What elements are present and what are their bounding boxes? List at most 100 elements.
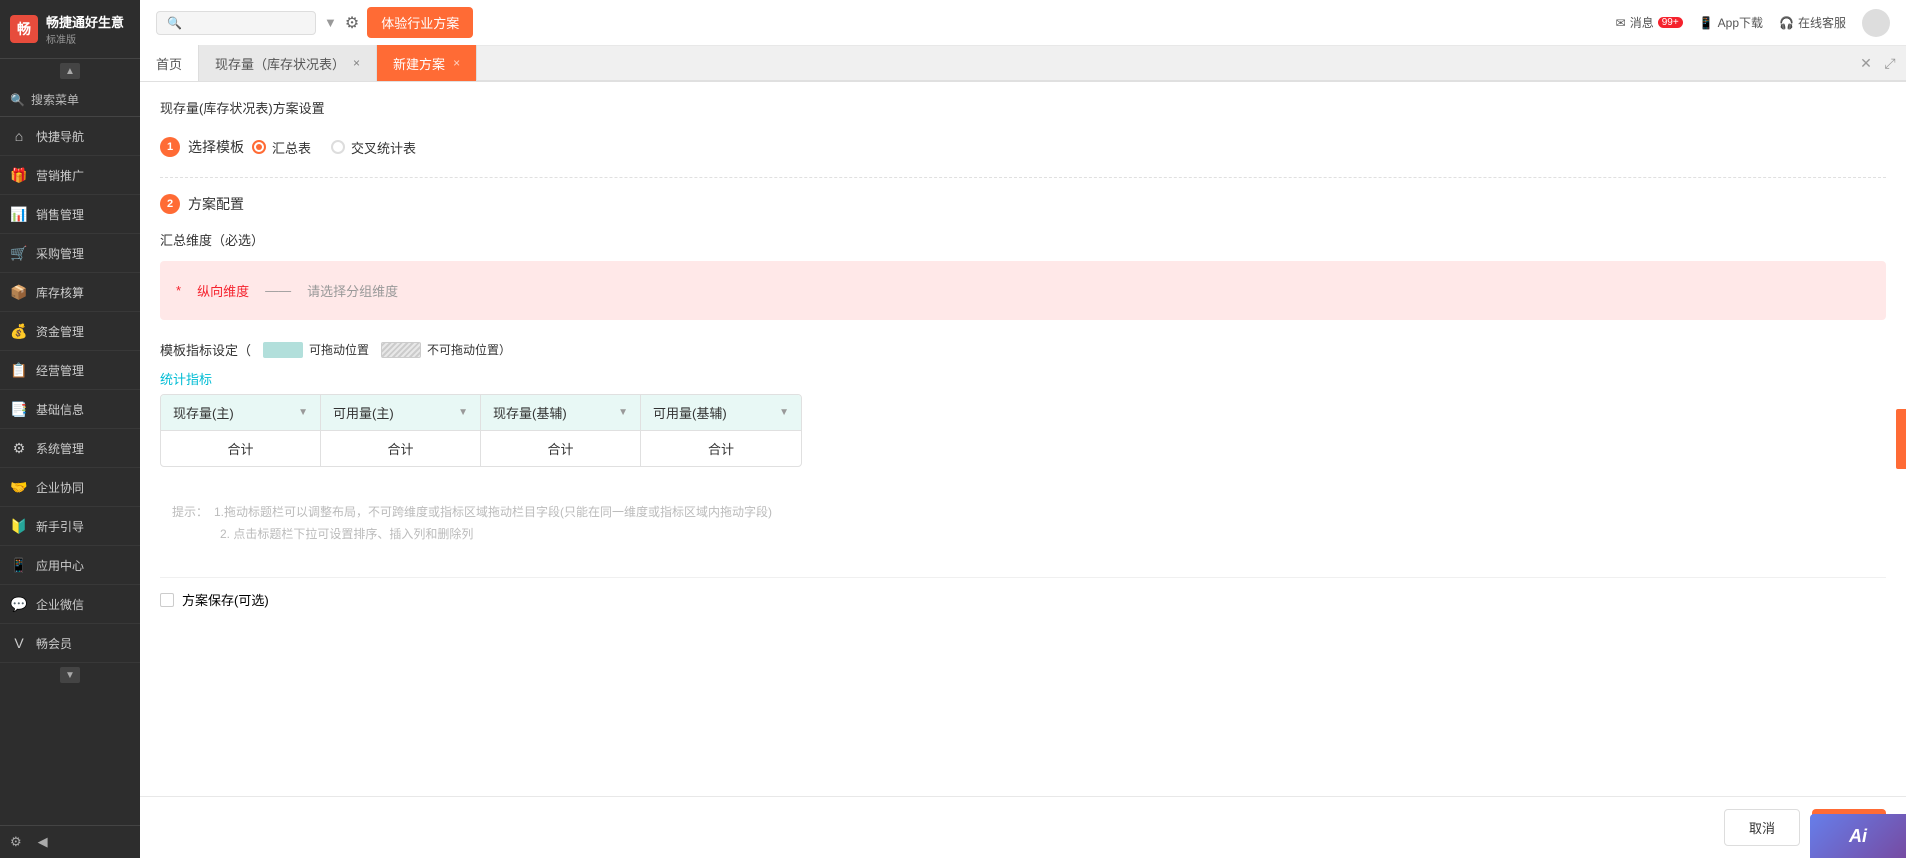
messages-btn[interactable]: ✉ 消息 99+: [1616, 14, 1683, 31]
tab-inventory-status[interactable]: 现存量（库存状况表） ×: [199, 45, 377, 81]
home-label: 首页: [156, 54, 182, 73]
top-search-box[interactable]: 🔍: [156, 11, 316, 35]
sidebar-label-apps: 应用中心: [36, 557, 84, 574]
stats-cell-可用量(主): 合计: [321, 431, 481, 466]
user-avatar[interactable]: [1862, 9, 1890, 37]
required-star: *: [176, 283, 181, 298]
step2-title: 方案配置: [188, 194, 244, 214]
gear-icon-top[interactable]: ⚙: [345, 13, 359, 33]
sidebar-icon-quick-nav: ⌂: [10, 127, 28, 145]
logo-text: 畅捷通好生意 标准版: [46, 12, 124, 46]
sidebar-item-sales[interactable]: 📊 销售管理: [0, 195, 140, 234]
headset-icon: 🎧: [1779, 16, 1794, 30]
sidebar-item-wechat[interactable]: 💬企业微信: [0, 585, 140, 624]
sidebar-icon-apps: 📱: [10, 556, 28, 574]
sidebar-icon-operations: 📋: [10, 361, 28, 379]
sidebar-item-operations[interactable]: 📋 经营管理: [0, 351, 140, 390]
save-checkbox[interactable]: [160, 593, 174, 607]
main-content: 🔍 ▼ ⚙ 体验行业方案 ✉ 消息 99+ 📱 App下载 🎧 在线客服: [140, 0, 1906, 858]
phone-icon: 📱: [1699, 16, 1714, 30]
sidebar-label-purchase: 采购管理: [36, 245, 84, 262]
online-service-btn[interactable]: 🎧 在线客服: [1779, 14, 1846, 31]
online-service-label: 在线客服: [1798, 14, 1846, 31]
right-scroll-handle[interactable]: [1896, 409, 1906, 469]
close-window-btn[interactable]: ✕: [1858, 55, 1874, 71]
sidebar-label-basic: 基础信息: [36, 401, 84, 418]
sidebar-item-member[interactable]: V畅会员: [0, 624, 140, 663]
new-scheme-close[interactable]: ×: [453, 56, 460, 70]
tip-1: 提示： 1.拖动标题栏可以调整布局，不可跨维度或指标区域拖动栏目字段(只能在同一…: [172, 502, 1874, 524]
dim-placeholder: 请选择分组维度: [307, 281, 398, 300]
stats-cell-现存量(主): 合计: [161, 431, 321, 466]
sidebar-item-finance[interactable]: 💰资金管理: [0, 312, 140, 351]
non-draggable-label: 不可拖动位置）: [427, 341, 511, 358]
indicator-label: 模板指标设定（ 可拖动位置 不可拖动位置）: [160, 340, 1886, 359]
sidebar-item-apps[interactable]: 📱 应用中心: [0, 546, 140, 585]
dropdown-icon[interactable]: ▼: [324, 15, 337, 30]
sidebar-item-purchase[interactable]: 🛒 采购管理: [0, 234, 140, 273]
sidebar-label-member: 畅会员: [36, 635, 72, 652]
sidebar-label-guide: 新手引导: [36, 518, 84, 535]
top-bar-left: 🔍 ▼ ⚙ 体验行业方案: [156, 7, 1604, 38]
scroll-up-btn[interactable]: ▲: [60, 63, 80, 79]
sidebar-icon-basic: 📑: [10, 400, 28, 418]
tab-home[interactable]: 首页: [140, 45, 199, 81]
scroll-down-btn[interactable]: ▼: [60, 667, 80, 683]
step1-title: 选择模板: [188, 137, 244, 157]
sidebar-item-guide[interactable]: 🔰新手引导: [0, 507, 140, 546]
sidebar-item-basic[interactable]: 📑 基础信息: [0, 390, 140, 429]
vertical-dim-row: * 纵向维度 —— 请选择分组维度: [160, 261, 1886, 320]
step2-badge: 2: [160, 194, 180, 214]
radio-cross[interactable]: 交叉统计表: [331, 138, 416, 157]
sidebar-label-inventory: 库存核算: [36, 284, 84, 301]
cancel-button[interactable]: 取消: [1724, 809, 1800, 846]
sidebar-item-system[interactable]: ⚙系统管理: [0, 429, 140, 468]
stats-cell-可用量(基辅): 合计: [641, 431, 801, 466]
app-download-btn[interactable]: 📱 App下载: [1699, 14, 1763, 31]
app-download-label: App下载: [1718, 14, 1763, 31]
stats-label: 统计指标: [160, 369, 1886, 388]
search-icon: 🔍: [10, 93, 25, 107]
sidebar-item-inventory[interactable]: 📦库存核算: [0, 273, 140, 312]
radio-cross-dot: [331, 140, 345, 154]
footer-bar: 取消 查询: [140, 796, 1906, 858]
sidebar-icon-purchase: 🛒: [10, 244, 28, 262]
indicator-settings-text: 模板指标设定（: [160, 340, 251, 359]
save-option: 方案保存(可选): [160, 577, 1886, 621]
sidebar-item-enterprise[interactable]: 🤝 企业协同: [0, 468, 140, 507]
tab-new-scheme[interactable]: 新建方案 ×: [377, 45, 477, 81]
radio-summary[interactable]: 汇总表: [252, 138, 311, 157]
sidebar-label-operations: 经营管理: [36, 362, 84, 379]
stats-section: 统计指标 现存量(主)▼可用量(主)▼现存量(基辅)▼可用量(基辅)▼ 合计合计…: [160, 369, 1886, 470]
sidebar: 畅 畅捷通好生意 标准版 ▲ 🔍 搜索菜单 ⌂快捷导航🎁营销推广 📊 销售管理 🛒 采购…: [0, 0, 140, 858]
industry-btn[interactable]: 体验行业方案: [367, 7, 473, 38]
window-controls: ✕ ⤢: [1858, 55, 1898, 71]
settings-icon[interactable]: ⚙: [10, 834, 22, 850]
sidebar-item-marketing[interactable]: 🎁营销推广: [0, 156, 140, 195]
sidebar-search[interactable]: 🔍 搜索菜单: [0, 83, 140, 117]
stats-col-现存量(基辅)[interactable]: 现存量(基辅)▼: [481, 395, 641, 430]
draggable-label: 可拖动位置: [309, 341, 369, 358]
sidebar-icon-enterprise: 🤝: [10, 478, 28, 496]
search-label: 搜索菜单: [31, 91, 79, 108]
ai-float-button[interactable]: Ai: [1810, 814, 1906, 858]
tabs-bar: 首页 现存量（库存状况表） × 新建方案 × ✕ ⤢: [140, 46, 1906, 82]
stats-col-可用量(基辅)[interactable]: 可用量(基辅)▼: [641, 395, 801, 430]
stats-col-现存量(主)[interactable]: 现存量(主)▼: [161, 395, 321, 430]
sidebar-label-enterprise: 企业协同: [36, 479, 84, 496]
sidebar-label-sales: 销售管理: [36, 206, 84, 223]
sidebar-label-marketing: 营销推广: [36, 167, 84, 184]
message-icon: ✉: [1616, 16, 1626, 30]
sidebar-logo: 畅 畅捷通好生意 标准版: [0, 0, 140, 59]
sidebar-icon-sales: 📊: [10, 205, 28, 223]
top-bar-right: ✉ 消息 99+ 📱 App下载 🎧 在线客服: [1616, 9, 1890, 37]
page-title: 现存量(库存状况表)方案设置: [160, 98, 1886, 117]
inventory-status-close[interactable]: ×: [353, 56, 360, 70]
new-scheme-label: 新建方案: [393, 54, 445, 73]
expand-window-btn[interactable]: ⤢: [1882, 55, 1898, 71]
sidebar-items-list: ⌂快捷导航🎁营销推广 📊 销售管理 🛒 采购管理 📦库存核算💰资金管理 📋 经营管理 📑 基础信息…: [0, 117, 140, 663]
sidebar-item-quick-nav[interactable]: ⌂快捷导航: [0, 117, 140, 156]
radio-cross-label: 交叉统计表: [351, 138, 416, 157]
stats-col-可用量(主)[interactable]: 可用量(主)▼: [321, 395, 481, 430]
collapse-icon[interactable]: ◀: [38, 834, 48, 850]
